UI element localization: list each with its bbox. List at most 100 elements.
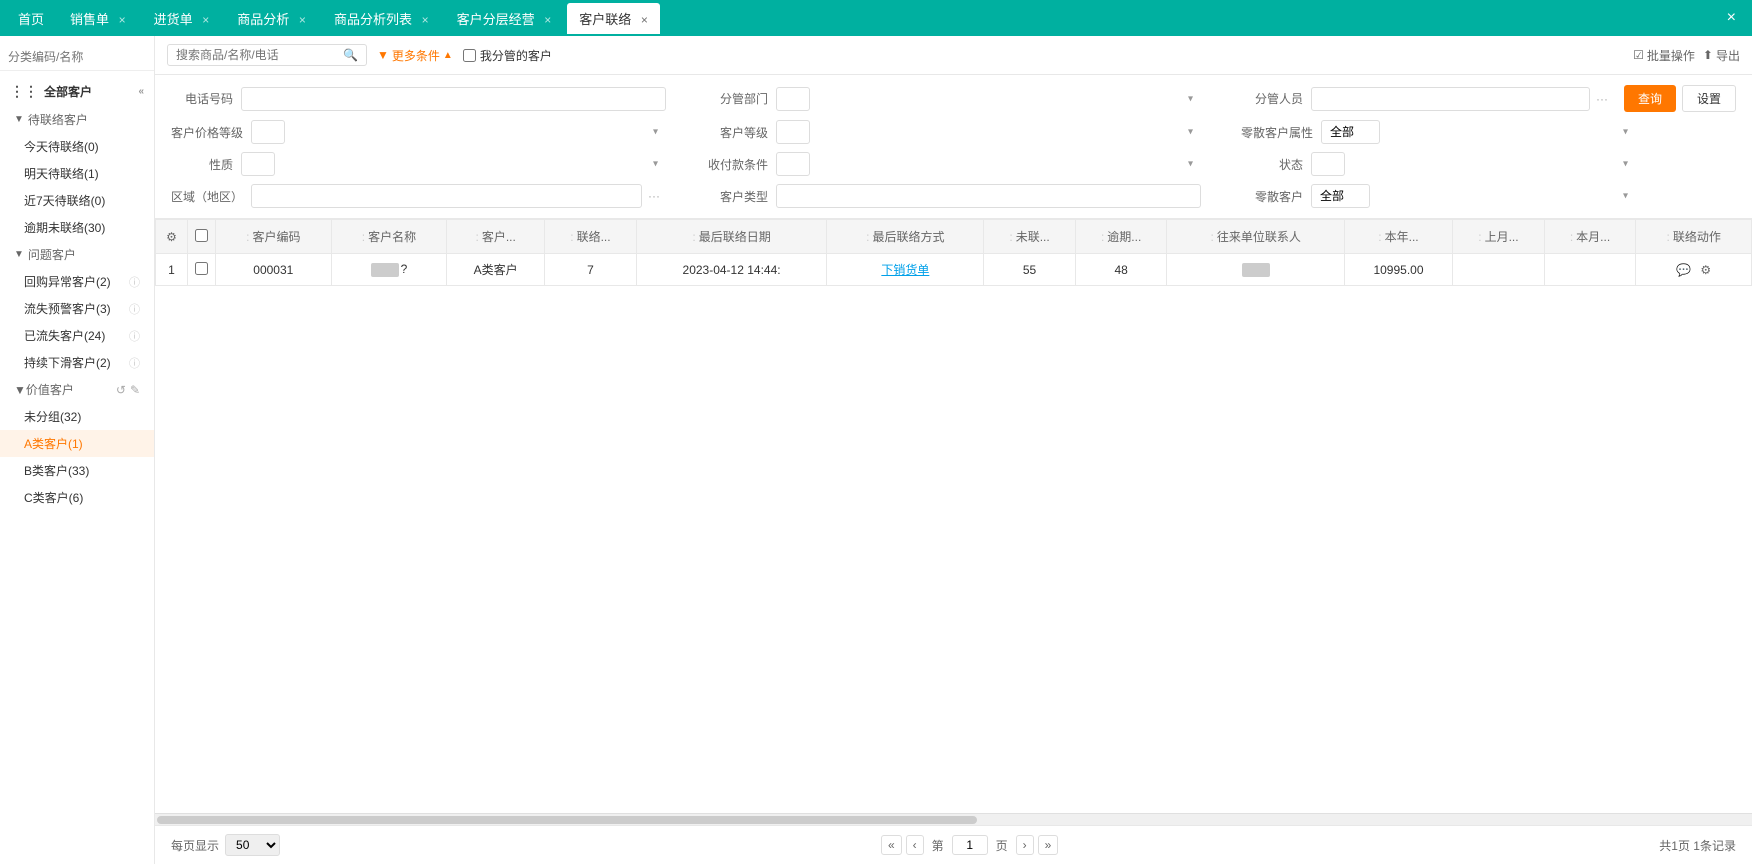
ungrouped-item[interactable]: 未分组(32) <box>0 403 154 430</box>
col-last-method[interactable]: :最后联络方式 <box>827 220 984 254</box>
churn-warning-item[interactable]: 流失预警客户(3) ⓘ <box>0 295 154 322</box>
col-unit-contact[interactable]: :往来单位联系人 <box>1167 220 1344 254</box>
col-code[interactable]: :客户编码 <box>216 220 332 254</box>
row-last-method[interactable]: 下销货单 <box>827 254 984 286</box>
col-last-month[interactable]: :上月... <box>1453 220 1545 254</box>
col-overdue[interactable]: :逾期... <box>1075 220 1167 254</box>
week-pending-item[interactable]: 近7天待联络(0) <box>0 187 154 214</box>
my-customers-checkbox-wrap[interactable]: 我分管的客户 <box>463 47 552 64</box>
bulk-op-button[interactable]: ☑ 批量操作 <box>1633 47 1695 64</box>
value-customers-group[interactable]: ▼ 价值客户 ↺ ✎ <box>0 376 154 403</box>
nature-field: 性质 <box>171 152 666 176</box>
retail-customer-select[interactable]: 全部 <box>1311 184 1370 208</box>
gear-header[interactable]: ⚙ <box>156 220 188 254</box>
nav-tab-customer-contact[interactable]: 客户联络 × <box>567 3 660 34</box>
table-header-row: ⚙ :客户编码 :客户名称 :客户... :联络... :最后联络日期 :最后联… <box>156 220 1752 254</box>
col-name[interactable]: :客户名称 <box>331 220 447 254</box>
tomorrow-pending-item[interactable]: 明天待联络(1) <box>0 160 154 187</box>
nav-tab-product-analysis[interactable]: 商品分析 × <box>225 3 318 34</box>
page-input[interactable] <box>952 835 988 855</box>
manager-input[interactable] <box>1311 87 1590 111</box>
edit-icon[interactable]: ✎ <box>130 383 140 397</box>
select-all-checkbox[interactable] <box>195 229 208 242</box>
content-area: 🔍 ▼ 更多条件 ▲ 我分管的客户 ☑ 批量操作 ⬆ 导出 <box>155 36 1752 864</box>
row-index: 1 <box>156 254 188 286</box>
customer-type-field: 客户类型 <box>706 184 1201 208</box>
checkbox-header[interactable] <box>188 220 216 254</box>
retail-attr-select[interactable]: 全部 <box>1321 120 1380 144</box>
nav-tab-purchase[interactable]: 进货单 × <box>142 3 222 34</box>
close-all-button[interactable]: × <box>1719 5 1744 31</box>
my-customers-checkbox[interactable] <box>463 49 476 62</box>
page-prev-button[interactable]: ‹ <box>906 835 924 855</box>
phone-input[interactable] <box>241 87 666 111</box>
total-label: 共1页 1条记录 <box>1659 837 1736 854</box>
repurchase-abnormal-item[interactable]: 回购异常客户(2) ⓘ <box>0 268 154 295</box>
churned-item[interactable]: 已流失客户(24) ⓘ <box>0 322 154 349</box>
pending-contact-group[interactable]: ▼ 待联络客户 <box>0 106 154 133</box>
row-unit-contact <box>1167 254 1344 286</box>
overdue-contact-item[interactable]: 逾期未联络(30) <box>0 214 154 241</box>
more-filters-button[interactable]: ▼ 更多条件 ▲ <box>377 47 453 64</box>
close-product-analysis-tab[interactable]: × <box>299 13 306 27</box>
col-contact-count[interactable]: :联络... <box>545 220 637 254</box>
manager-dots[interactable]: ··· <box>1590 92 1614 106</box>
page-next-button[interactable]: › <box>1016 835 1034 855</box>
dept-select[interactable] <box>776 87 810 111</box>
class-b-item[interactable]: B类客户(33) <box>0 457 154 484</box>
problem-customers-group[interactable]: ▼ 问题客户 <box>0 241 154 268</box>
action-settings-icon[interactable]: ⚙ <box>1700 263 1711 277</box>
message-icon[interactable]: 💬 <box>1676 263 1691 277</box>
close-sales-tab[interactable]: × <box>119 13 126 27</box>
nav-tab-product-analysis-list[interactable]: 商品分析列表 × <box>322 3 441 34</box>
settings-button[interactable]: 设置 <box>1682 85 1736 112</box>
status-select[interactable] <box>1311 152 1345 176</box>
sidebar-collapse-icon[interactable]: « <box>138 86 144 97</box>
gear-icon[interactable]: ⚙ <box>166 230 177 244</box>
col-category[interactable]: :客户... <box>447 220 545 254</box>
price-grade-select[interactable] <box>251 120 285 144</box>
col-this-year[interactable]: :本年... <box>1344 220 1452 254</box>
class-b-label: B类客户(33) <box>24 462 89 479</box>
class-a-item[interactable]: A类客户(1) <box>0 430 154 457</box>
class-c-item[interactable]: C类客户(6) <box>0 484 154 511</box>
row-checkbox-cell[interactable] <box>188 254 216 286</box>
week-pending-label: 近7天待联络(0) <box>24 192 105 209</box>
query-button[interactable]: 查询 <box>1624 85 1676 112</box>
region-input[interactable] <box>251 184 642 208</box>
nav-home[interactable]: 首页 <box>8 3 54 34</box>
close-product-analysis-list-tab[interactable]: × <box>422 13 429 27</box>
col-this-month[interactable]: :本月... <box>1544 220 1636 254</box>
sidebar-search-input[interactable] <box>8 50 155 64</box>
page-last-button[interactable]: » <box>1038 835 1059 855</box>
scrollbar-thumb[interactable] <box>157 816 977 824</box>
close-customer-contact-tab[interactable]: × <box>641 13 648 27</box>
horizontal-scrollbar[interactable] <box>155 813 1752 825</box>
row-checkbox[interactable] <box>195 262 208 275</box>
export-button[interactable]: ⬆ 导出 <box>1703 47 1740 64</box>
customer-type-input[interactable] <box>776 184 1201 208</box>
nature-select[interactable] <box>241 152 275 176</box>
refresh-icon[interactable]: ↺ <box>116 383 126 397</box>
nav-tab-customer-tier[interactable]: 客户分层经营 × <box>445 3 564 34</box>
close-customer-tier-tab[interactable]: × <box>544 13 551 27</box>
per-page-label: 每页显示 <box>171 837 219 854</box>
filter-search-input[interactable] <box>176 48 343 62</box>
filter-row-2: 客户价格等级 客户等级 <box>171 120 1736 144</box>
region-dots[interactable]: ··· <box>642 189 666 203</box>
payment-select[interactable] <box>776 152 810 176</box>
per-page-select[interactable]: 50 20 100 <box>225 834 280 856</box>
page-first-button[interactable]: « <box>881 835 902 855</box>
close-purchase-tab[interactable]: × <box>202 13 209 27</box>
col-no-contact[interactable]: :未联... <box>984 220 1076 254</box>
col-last-date[interactable]: :最后联络日期 <box>636 220 827 254</box>
col-action[interactable]: :联络动作 <box>1636 220 1752 254</box>
declining-item[interactable]: 持续下滑客户(2) ⓘ <box>0 349 154 376</box>
filter-search-icon[interactable]: 🔍 <box>343 48 358 62</box>
retail-customer-field: 零散客户 全部 <box>1241 184 1736 208</box>
nav-tab-sales[interactable]: 销售单 × <box>58 3 138 34</box>
more-filters-arrow: ▲ <box>443 50 453 61</box>
today-pending-item[interactable]: 今天待联络(0) <box>0 133 154 160</box>
customer-grade-select[interactable] <box>776 120 810 144</box>
all-customers-section[interactable]: ⋮⋮ 全部客户 « <box>0 77 154 106</box>
